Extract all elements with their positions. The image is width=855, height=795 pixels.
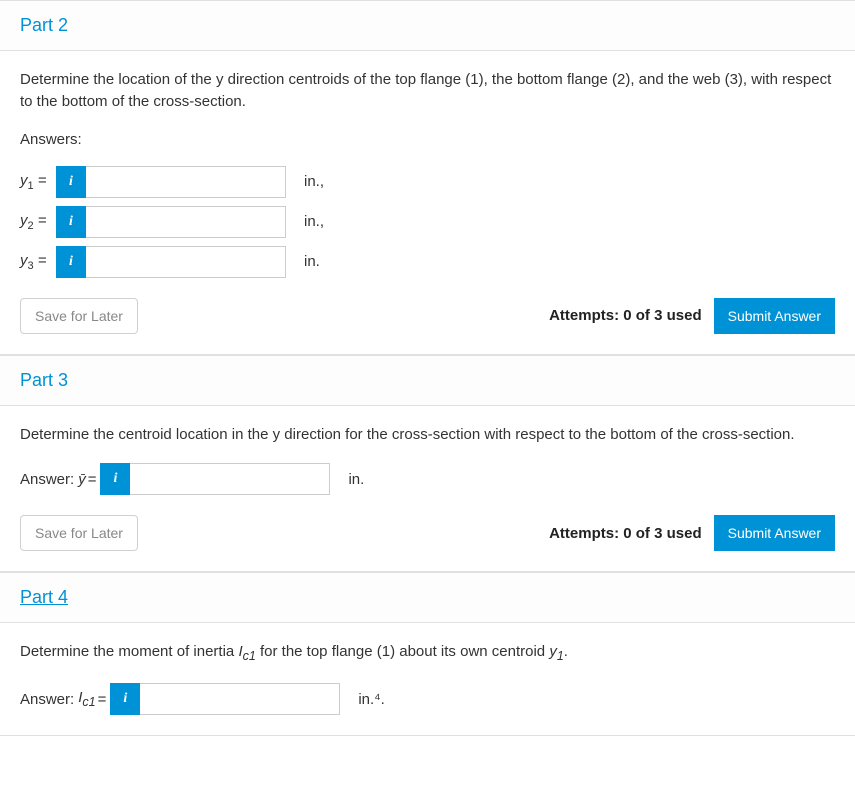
y2-input[interactable] (86, 206, 286, 238)
part-2-actions: Save for Later Attempts: 0 of 3 used Sub… (20, 298, 835, 334)
var-label-ybar: ȳ (78, 471, 86, 488)
part-3-question: Determine the centroid location in the y… (20, 424, 835, 446)
part-3-section: Part 3 Determine the centroid location i… (0, 355, 855, 573)
ic1-input[interactable] (140, 683, 340, 715)
ybar-input[interactable] (130, 463, 330, 495)
info-icon[interactable]: i (56, 246, 86, 278)
part-4-section: Part 4 Determine the moment of inertia I… (0, 572, 855, 736)
y3-input[interactable] (86, 246, 286, 278)
info-icon[interactable]: i (100, 463, 130, 495)
equals: = (98, 691, 107, 708)
unit-y3: in. (304, 253, 320, 270)
info-icon[interactable]: i (110, 683, 140, 715)
var-label-y2: y2 = (20, 212, 56, 232)
answer-row-y1: y1 = i in., (20, 166, 835, 198)
part-4-body: Determine the moment of inertia Ic1 for … (0, 623, 855, 735)
y1-input[interactable] (86, 166, 286, 198)
info-icon[interactable]: i (56, 206, 86, 238)
part-3-title: Part 3 (20, 370, 835, 391)
save-for-later-button[interactable]: Save for Later (20, 298, 138, 334)
part-2-body: Determine the location of the y directio… (0, 51, 855, 354)
var-label-ic1: Ic1 (78, 689, 95, 709)
attempts-text: Attempts: 0 of 3 used (549, 307, 702, 324)
equals: = (88, 471, 97, 488)
answer-prefix: Answer: (20, 471, 74, 488)
part-2-section: Part 2 Determine the location of the y d… (0, 0, 855, 355)
right-actions: Attempts: 0 of 3 used Submit Answer (549, 515, 835, 551)
right-actions: Attempts: 0 of 3 used Submit Answer (549, 298, 835, 334)
answer-prefix: Answer: (20, 691, 74, 708)
part-3-header: Part 3 (0, 356, 855, 406)
part-3-body: Determine the centroid location in the y… (0, 406, 855, 572)
var-label-y1: y1 = (20, 172, 56, 192)
answer-row-y3: y3 = i in. (20, 246, 835, 278)
answer-row-ic1: Answer: Ic1 = i in.⁴. (20, 683, 835, 715)
answer-row-ybar: Answer: ȳ = i in. (20, 463, 835, 495)
unit-ybar: in. (348, 471, 364, 488)
attempts-text: Attempts: 0 of 3 used (549, 525, 702, 542)
submit-answer-button[interactable]: Submit Answer (714, 298, 835, 334)
unit-y2: in., (304, 213, 324, 230)
answer-row-y2: y2 = i in., (20, 206, 835, 238)
var-label-y3: y3 = (20, 252, 56, 272)
part-2-header: Part 2 (0, 1, 855, 51)
info-icon[interactable]: i (56, 166, 86, 198)
unit-ic1: in.⁴. (358, 691, 384, 708)
part-4-question: Determine the moment of inertia Ic1 for … (20, 641, 835, 665)
part-3-actions: Save for Later Attempts: 0 of 3 used Sub… (20, 515, 835, 551)
part-4-title[interactable]: Part 4 (20, 587, 835, 608)
unit-y1: in., (304, 173, 324, 190)
answers-label: Answers: (20, 131, 835, 148)
part-4-header: Part 4 (0, 573, 855, 623)
save-for-later-button[interactable]: Save for Later (20, 515, 138, 551)
part-2-question: Determine the location of the y directio… (20, 69, 835, 113)
part-2-title: Part 2 (20, 15, 835, 36)
submit-answer-button[interactable]: Submit Answer (714, 515, 835, 551)
